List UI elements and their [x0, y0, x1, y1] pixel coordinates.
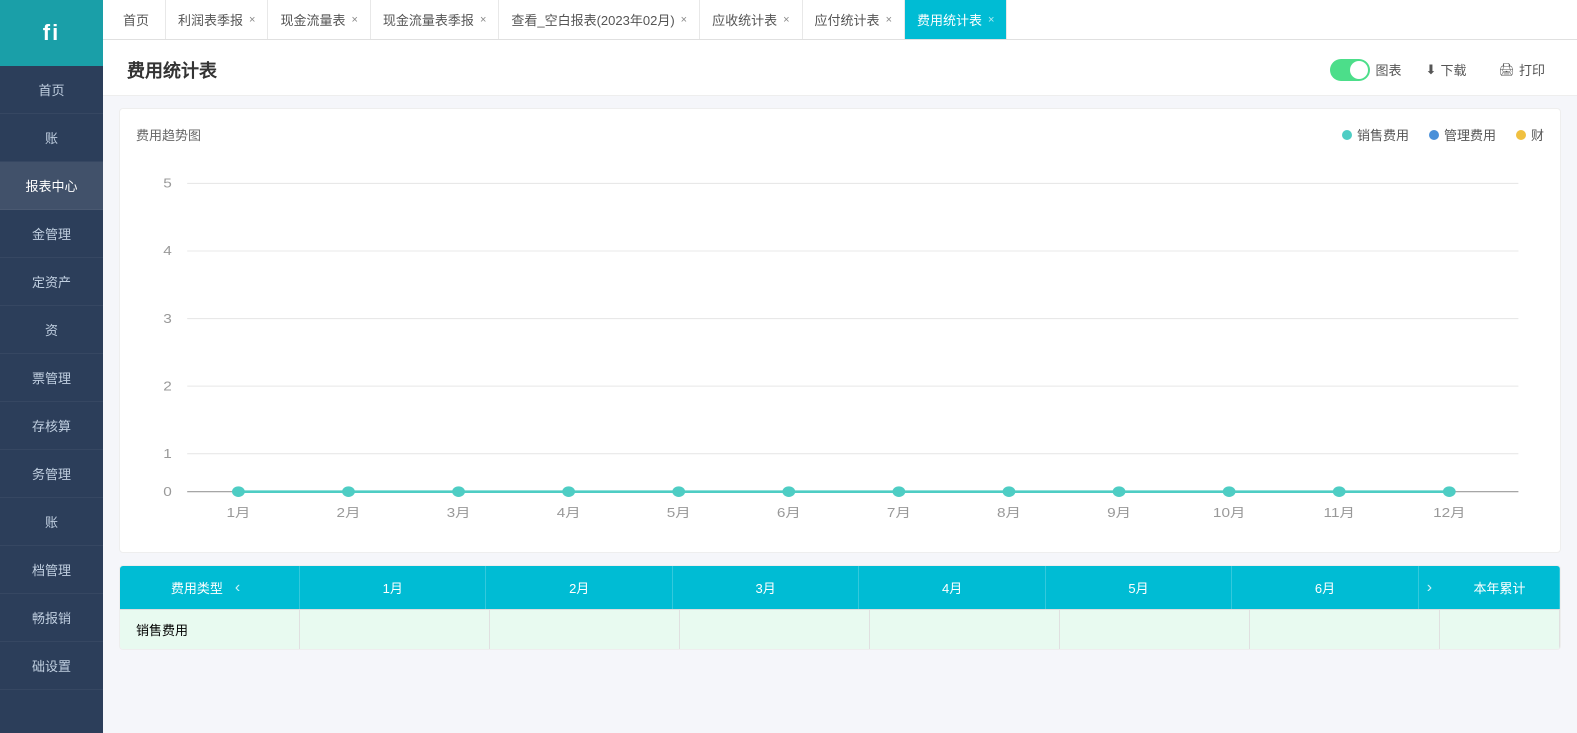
- content-area: 费用统计表 图表 ⬇ 下载 🖨 打印 费用趋势图: [103, 40, 1577, 733]
- toggle-label: 图表: [1376, 60, 1402, 79]
- close-icon[interactable]: ×: [351, 14, 357, 26]
- sidebar-item-report-center[interactable]: 报表中心: [0, 162, 103, 210]
- chart-svg: 5 4 3 2 1 0: [136, 156, 1544, 536]
- sidebar-item-settings[interactable]: 础设置: [0, 642, 103, 690]
- tab-cashflow-quarterly[interactable]: 现金流量表季报 ×: [371, 0, 499, 39]
- chart-section: 费用趋势图 销售费用 管理费用 财: [119, 108, 1561, 553]
- svg-text:9月: 9月: [1107, 505, 1131, 519]
- sidebar-item-account[interactable]: 账: [0, 114, 103, 162]
- chart-header: 费用趋势图 销售费用 管理费用 财: [136, 125, 1544, 144]
- close-icon[interactable]: ×: [681, 14, 687, 26]
- header-actions: 图表 ⬇ 下载 🖨 打印: [1330, 56, 1553, 83]
- sidebar-item-inventory[interactable]: 存核算: [0, 402, 103, 450]
- close-icon[interactable]: ×: [249, 14, 255, 26]
- tab-cashflow[interactable]: 现金流量表 ×: [268, 0, 370, 39]
- th-month-6: 6月: [1232, 566, 1418, 609]
- table-row: 销售费用: [120, 609, 1560, 649]
- svg-text:2: 2: [163, 379, 172, 393]
- svg-text:11月: 11月: [1324, 505, 1355, 519]
- th-total: 本年累计: [1440, 566, 1560, 609]
- close-icon[interactable]: ×: [988, 14, 994, 26]
- chart-container: 5 4 3 2 1 0: [136, 156, 1544, 536]
- chart-title: 费用趋势图: [136, 125, 201, 144]
- td-m3: [680, 610, 870, 649]
- svg-text:4: 4: [163, 244, 172, 258]
- svg-text:7月: 7月: [887, 505, 911, 519]
- print-icon: 🖨: [1498, 62, 1515, 78]
- td-m2: [490, 610, 680, 649]
- sidebar-item-fund[interactable]: 金管理: [0, 210, 103, 258]
- th-month-3: 3月: [673, 566, 859, 609]
- svg-text:5: 5: [163, 176, 172, 190]
- th-month-4: 4月: [859, 566, 1045, 609]
- tab-profit-quarterly[interactable]: 利润表季报 ×: [166, 0, 268, 39]
- svg-text:1月: 1月: [226, 505, 250, 519]
- chart-legend: 销售费用 管理费用 财: [1342, 125, 1544, 144]
- main-area: 首页 利润表季报 × 现金流量表 × 现金流量表季报 × 查看_空白报表(202…: [103, 0, 1577, 733]
- svg-text:4月: 4月: [557, 505, 581, 519]
- download-icon: ⬇: [1426, 62, 1437, 78]
- tab-expense-stats[interactable]: 费用统计表 ×: [905, 0, 1007, 39]
- svg-text:2月: 2月: [337, 505, 361, 519]
- table-section: 费用类型 ‹ 1月 2月 3月 4月 5月 6月 › 本年累计 销售费用: [119, 565, 1561, 650]
- legend-dot-mgmt: [1429, 130, 1439, 140]
- print-button[interactable]: 🖨 打印: [1490, 56, 1553, 83]
- tab-receivable[interactable]: 应收统计表 ×: [700, 0, 802, 39]
- sidebar-item-ledger[interactable]: 账: [0, 498, 103, 546]
- svg-text:0: 0: [163, 484, 172, 498]
- svg-text:3月: 3月: [447, 505, 471, 519]
- tab-bar: 首页 利润表季报 × 现金流量表 × 现金流量表季报 × 查看_空白报表(202…: [103, 0, 1577, 40]
- tab-blank-report[interactable]: 查看_空白报表(2023年02月) ×: [499, 0, 700, 39]
- sidebar: fi 首页 账 报表中心 金管理 定资产 资 票管理 存核算 务管理 账 档管理…: [0, 0, 103, 733]
- svg-text:8月: 8月: [997, 505, 1021, 519]
- download-button[interactable]: ⬇ 下载: [1418, 56, 1475, 83]
- td-m5: [1060, 610, 1250, 649]
- sidebar-item-expense[interactable]: 畅报销: [0, 594, 103, 642]
- nav-next-button[interactable]: ›: [1419, 566, 1440, 609]
- th-month-5: 5月: [1046, 566, 1232, 609]
- svg-text:10月: 10月: [1213, 505, 1245, 519]
- legend-dot-finance: [1516, 130, 1526, 140]
- td-m1: [300, 610, 490, 649]
- page-title: 费用统计表: [127, 57, 217, 83]
- tab-home[interactable]: 首页: [107, 0, 166, 39]
- sidebar-item-capital[interactable]: 资: [0, 306, 103, 354]
- chart-toggle[interactable]: [1330, 59, 1370, 81]
- nav-prev-button[interactable]: ‹: [227, 579, 248, 597]
- legend-item-sales: 销售费用: [1342, 125, 1409, 144]
- legend-dot-sales: [1342, 130, 1352, 140]
- svg-text:3: 3: [163, 311, 172, 325]
- td-m4: [870, 610, 1060, 649]
- legend-item-finance: 财: [1516, 125, 1544, 144]
- sidebar-logo: fi: [0, 0, 103, 66]
- legend-item-mgmt: 管理费用: [1429, 125, 1496, 144]
- sidebar-item-archive[interactable]: 档管理: [0, 546, 103, 594]
- svg-text:1: 1: [163, 446, 172, 460]
- svg-text:5月: 5月: [667, 505, 691, 519]
- svg-text:6月: 6月: [777, 505, 801, 519]
- close-icon[interactable]: ×: [480, 14, 486, 26]
- close-icon[interactable]: ×: [886, 14, 892, 26]
- sidebar-item-invoice[interactable]: 票管理: [0, 354, 103, 402]
- svg-text:12月: 12月: [1433, 505, 1465, 519]
- sidebar-item-service[interactable]: 务管理: [0, 450, 103, 498]
- table-header-row: 费用类型 ‹ 1月 2月 3月 4月 5月 6月 › 本年累计: [120, 566, 1560, 609]
- td-type: 销售费用: [120, 610, 300, 649]
- th-month-1: 1月: [300, 566, 486, 609]
- th-type: 费用类型 ‹: [120, 566, 300, 609]
- chart-toggle-wrap: 图表: [1330, 59, 1402, 81]
- tab-payable[interactable]: 应付统计表 ×: [803, 0, 905, 39]
- td-total: [1440, 610, 1560, 649]
- th-month-2: 2月: [486, 566, 672, 609]
- sidebar-item-fixed-assets[interactable]: 定资产: [0, 258, 103, 306]
- close-icon[interactable]: ×: [783, 14, 789, 26]
- td-m6: [1250, 610, 1440, 649]
- sidebar-item-home[interactable]: 首页: [0, 66, 103, 114]
- page-header: 费用统计表 图表 ⬇ 下载 🖨 打印: [103, 40, 1577, 96]
